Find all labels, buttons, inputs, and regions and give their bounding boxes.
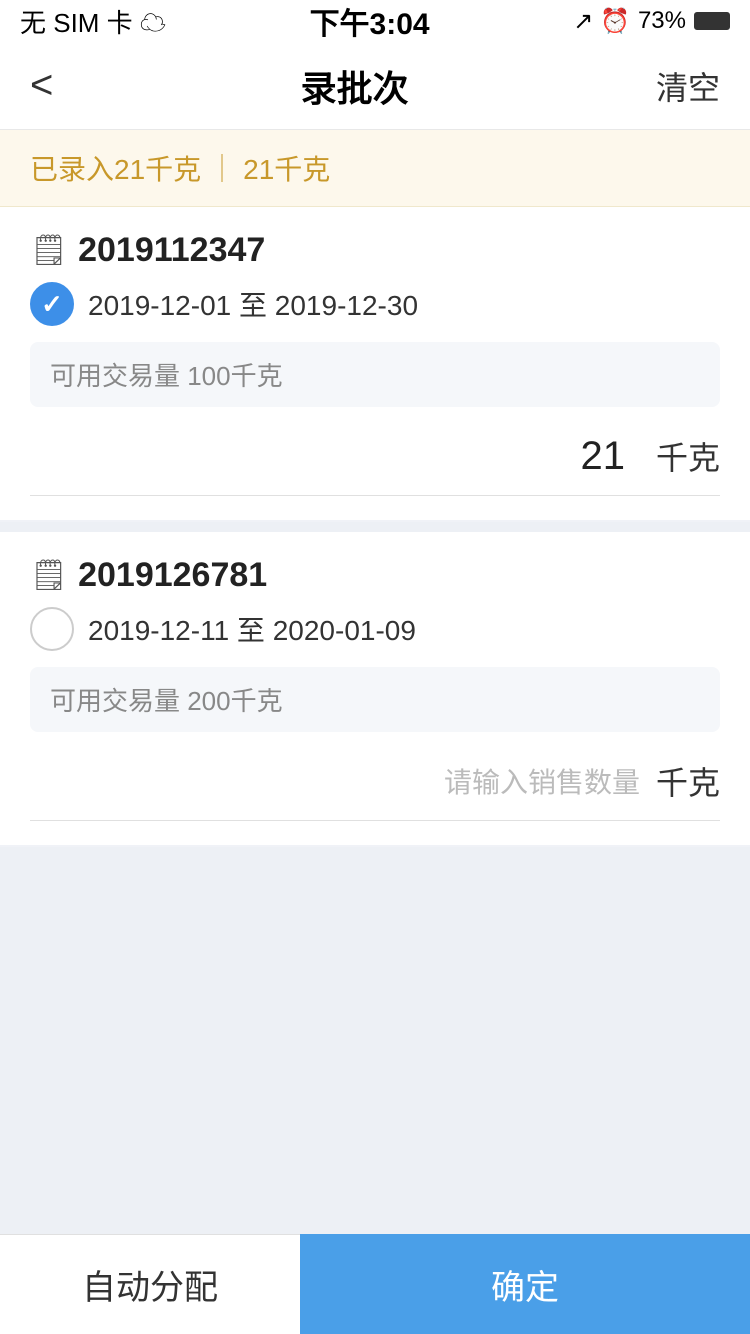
battery-bar — [694, 12, 730, 30]
page-title: 录批次 — [301, 60, 409, 112]
batch-doc-icon-1: 🗒 — [30, 233, 68, 268]
auto-distribute-button[interactable]: 自动分配 — [0, 1234, 300, 1334]
quantity-placeholder-2: 请输入销售数量 — [30, 761, 640, 801]
available-qty-1: 可用交易量 100千克 — [30, 342, 720, 407]
back-button[interactable]: < — [30, 63, 53, 108]
batch-doc-icon-2: 🗒 — [30, 558, 68, 593]
confirm-button[interactable]: 确定 — [300, 1234, 750, 1334]
status-right: ↗ ⏰ 73% — [573, 7, 730, 36]
batch-header-1: 🗒 2019112347 — [30, 231, 720, 270]
total-amount: 21千克 — [243, 148, 330, 188]
batch-date-row-1[interactable]: 2019-12-01 至 2019-12-30 — [30, 282, 720, 326]
status-left: 无 SIM 卡 ☁ — [20, 3, 166, 40]
recorded-amount: 已录入21千克 — [30, 148, 201, 188]
quantity-input-1[interactable] — [520, 434, 640, 479]
sim-status: 无 SIM 卡 ☁ — [20, 3, 166, 40]
batch-card-2: 🗒 2019126781 2019-12-11 至 2020-01-09 可用交… — [0, 532, 750, 845]
info-banner: 已录入21千克 21千克 — [0, 130, 750, 207]
unit-label-1: 千克 — [656, 433, 720, 479]
banner-divider — [221, 154, 223, 182]
battery-level: 73% — [638, 7, 686, 35]
batch-date-row-2[interactable]: 2019-12-11 至 2020-01-09 — [30, 607, 720, 651]
bottom-bar: 自动分配 确定 — [0, 1234, 750, 1334]
quantity-row-2: 请输入销售数量 千克 — [30, 748, 720, 821]
batch-date-1: 2019-12-01 至 2019-12-30 — [88, 284, 418, 324]
batch-id-1: 2019112347 — [78, 231, 265, 270]
status-bar: 无 SIM 卡 ☁ 下午3:04 ↗ ⏰ 73% — [0, 0, 750, 42]
batch-id-2: 2019126781 — [78, 556, 267, 595]
batch-date-2: 2019-12-11 至 2020-01-09 — [88, 609, 416, 649]
radio-unchecked-2[interactable] — [30, 607, 74, 651]
clear-button[interactable]: 清空 — [656, 63, 720, 109]
empty-area — [0, 847, 750, 1287]
batch-card-1: 🗒 2019112347 2019-12-01 至 2019-12-30 可用交… — [0, 207, 750, 520]
status-time: 下午3:04 — [310, 0, 430, 43]
radio-checked-1[interactable] — [30, 282, 74, 326]
nav-bar: < 录批次 清空 — [0, 42, 750, 130]
batch-header-2: 🗒 2019126781 — [30, 556, 720, 595]
available-qty-2: 可用交易量 200千克 — [30, 667, 720, 732]
card-separator — [0, 522, 750, 532]
battery-icon: ↗ ⏰ — [573, 7, 630, 36]
unit-label-2: 千克 — [656, 758, 720, 804]
quantity-row-1: 千克 — [30, 423, 720, 496]
